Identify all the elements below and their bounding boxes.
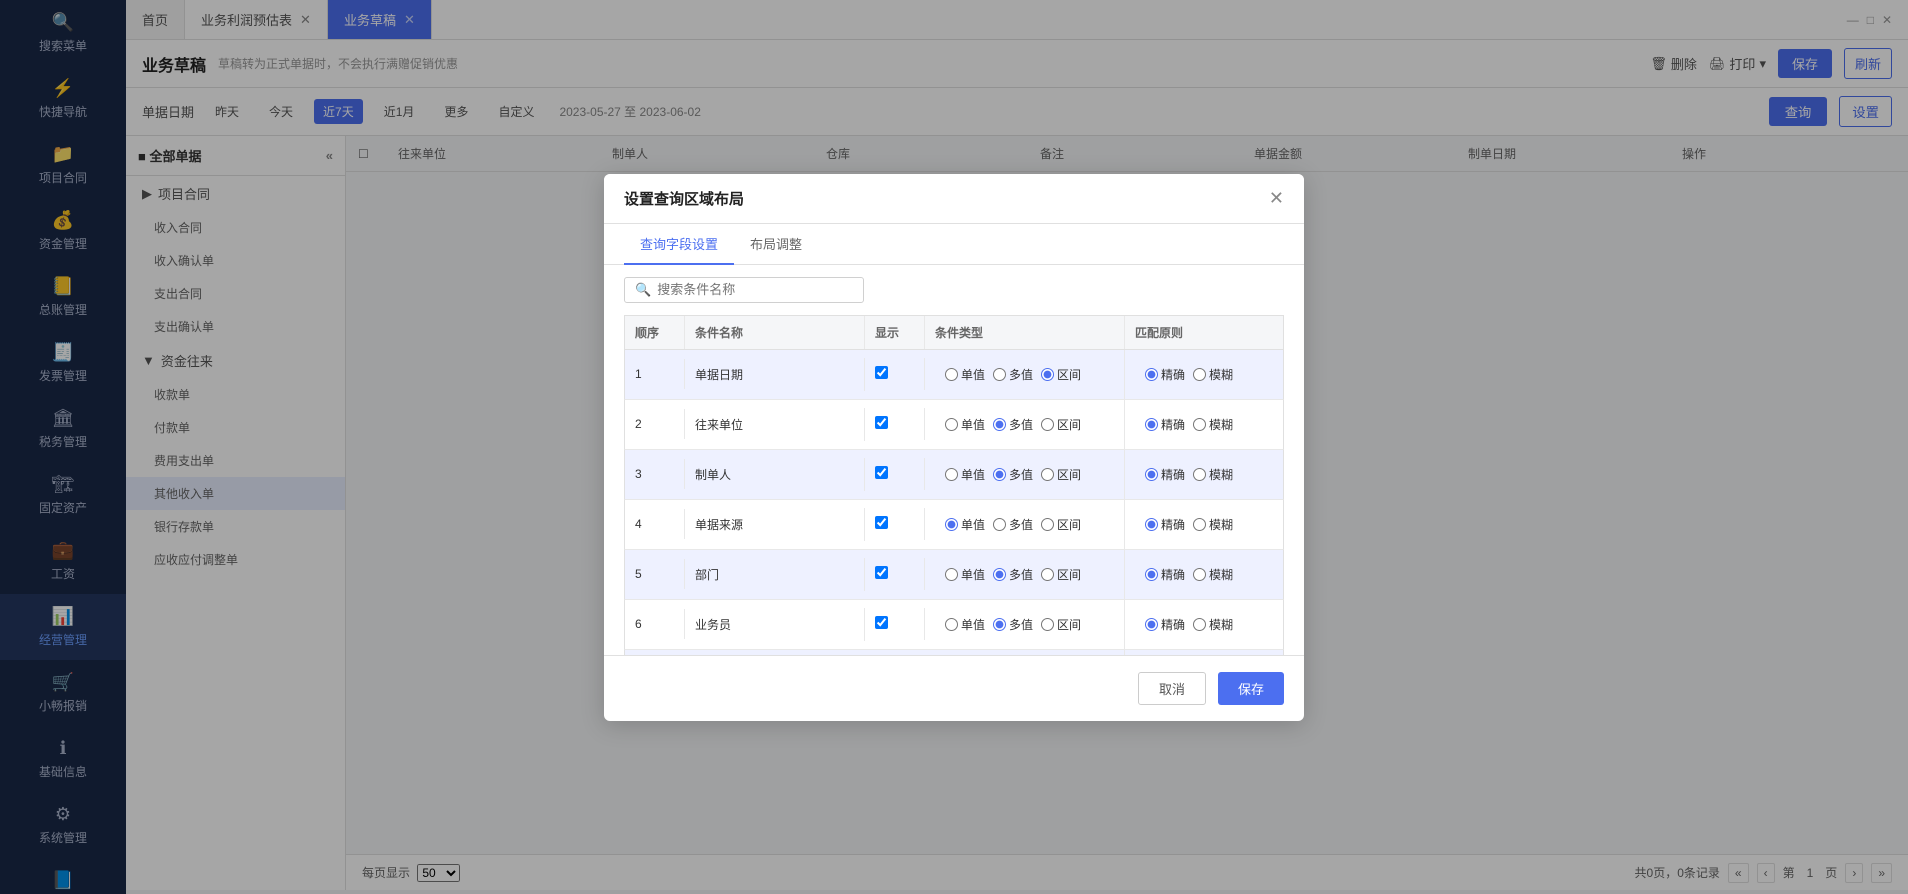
cell-name: 制单人 <box>685 458 865 491</box>
show-checkbox[interactable] <box>875 516 888 529</box>
cell-show[interactable] <box>865 458 925 490</box>
cell-type: 单值 多值 区间 <box>925 350 1125 399</box>
col-match: 匹配原则 <box>1125 316 1304 349</box>
search-box: 🔍 <box>624 277 864 303</box>
cell-type: 单值 多值 区间 <box>925 500 1125 549</box>
cell-show[interactable] <box>865 608 925 640</box>
cell-order: 3 <box>625 459 685 489</box>
show-checkbox[interactable] <box>875 416 888 429</box>
cell-show[interactable] <box>865 558 925 590</box>
cell-name: 单据来源 <box>685 508 865 541</box>
cell-name: 单据日期 <box>685 358 865 391</box>
show-checkbox[interactable] <box>875 366 888 379</box>
dialog-close-btn[interactable]: ✕ <box>1269 188 1284 209</box>
table-row: 2 往来单位 单值 多值 区间 精确 模糊 <box>624 400 1284 450</box>
cell-order: 6 <box>625 609 685 639</box>
dialog: 设置查询区域布局 ✕ 查询字段设置 布局调整 🔍 顺序 条件名称 显示 条件类型… <box>604 174 1304 721</box>
dialog-search: 🔍 <box>604 265 1304 315</box>
table-row: 1 单据日期 单值 多值 区间 精确 模糊 <box>624 350 1284 400</box>
cell-show[interactable] <box>865 408 925 440</box>
show-checkbox[interactable] <box>875 566 888 579</box>
table-row: 5 部门 单值 多值 区间 精确 模糊 <box>624 550 1284 600</box>
table-row: 6 业务员 单值 多值 区间 精确 模糊 <box>624 600 1284 650</box>
table-header-row: 顺序 条件名称 显示 条件类型 匹配原则 <box>624 315 1284 350</box>
show-checkbox[interactable] <box>875 616 888 629</box>
search-icon: 🔍 <box>635 282 651 298</box>
cell-show[interactable] <box>865 508 925 540</box>
col-type: 条件类型 <box>925 316 1125 349</box>
cell-show[interactable] <box>865 358 925 390</box>
search-input[interactable] <box>657 282 853 297</box>
dialog-table: 顺序 条件名称 显示 条件类型 匹配原则 1 单据日期 单值 多值 区间 <box>604 315 1304 655</box>
cell-type: 单值 多值 区间 <box>925 650 1125 655</box>
table-row: 3 制单人 单值 多值 区间 精确 模糊 <box>624 450 1284 500</box>
dialog-title: 设置查询区域布局 <box>624 188 744 209</box>
show-checkbox[interactable] <box>875 466 888 479</box>
cell-match: 精确 模糊 <box>1125 600 1304 649</box>
cell-match: 精确 模糊 <box>1125 550 1304 599</box>
cell-match: 精确 模糊 <box>1125 350 1304 399</box>
dialog-overlay: 设置查询区域布局 ✕ 查询字段设置 布局调整 🔍 顺序 条件名称 显示 条件类型… <box>0 0 1908 894</box>
dialog-tabs: 查询字段设置 布局调整 <box>604 224 1304 265</box>
cell-type: 单值 多值 区间 <box>925 550 1125 599</box>
cell-type: 单值 多值 区间 <box>925 450 1125 499</box>
dialog-tab-layout[interactable]: 布局调整 <box>734 224 818 265</box>
cell-name: 业务员 <box>685 608 865 641</box>
cell-match: 精确 模糊 <box>1125 400 1304 449</box>
col-order: 顺序 <box>625 316 685 349</box>
dialog-tab-query[interactable]: 查询字段设置 <box>624 224 734 265</box>
col-name: 条件名称 <box>685 316 865 349</box>
cell-order: 2 <box>625 409 685 439</box>
cell-type: 单值 多值 区间 <box>925 600 1125 649</box>
radio-precise[interactable]: 精确 <box>1145 366 1185 383</box>
cell-name: 往来单位 <box>685 408 865 441</box>
radio-multi[interactable]: 多值 <box>993 366 1033 383</box>
cell-order: 4 <box>625 509 685 539</box>
col-show: 显示 <box>865 316 925 349</box>
radio-fuzzy[interactable]: 模糊 <box>1193 366 1233 383</box>
cell-match: 精确 模糊 <box>1125 450 1304 499</box>
cell-type: 单值 多值 区间 <box>925 400 1125 449</box>
cell-match: 精确 模糊 <box>1125 500 1304 549</box>
save-dialog-button[interactable]: 保存 <box>1218 672 1284 705</box>
cell-order: 1 <box>625 359 685 389</box>
cell-order: 5 <box>625 559 685 589</box>
radio-range[interactable]: 区间 <box>1041 366 1081 383</box>
dialog-header: 设置查询区域布局 ✕ <box>604 174 1304 224</box>
cell-name: 部门 <box>685 558 865 591</box>
radio-single[interactable]: 单值 <box>945 366 985 383</box>
dialog-footer: 取消 保存 <box>604 655 1304 721</box>
cell-match: 精确 模糊 <box>1125 650 1304 655</box>
cancel-button[interactable]: 取消 <box>1138 672 1206 705</box>
table-row: 4 单据来源 单值 多值 区间 精确 模糊 <box>624 500 1284 550</box>
